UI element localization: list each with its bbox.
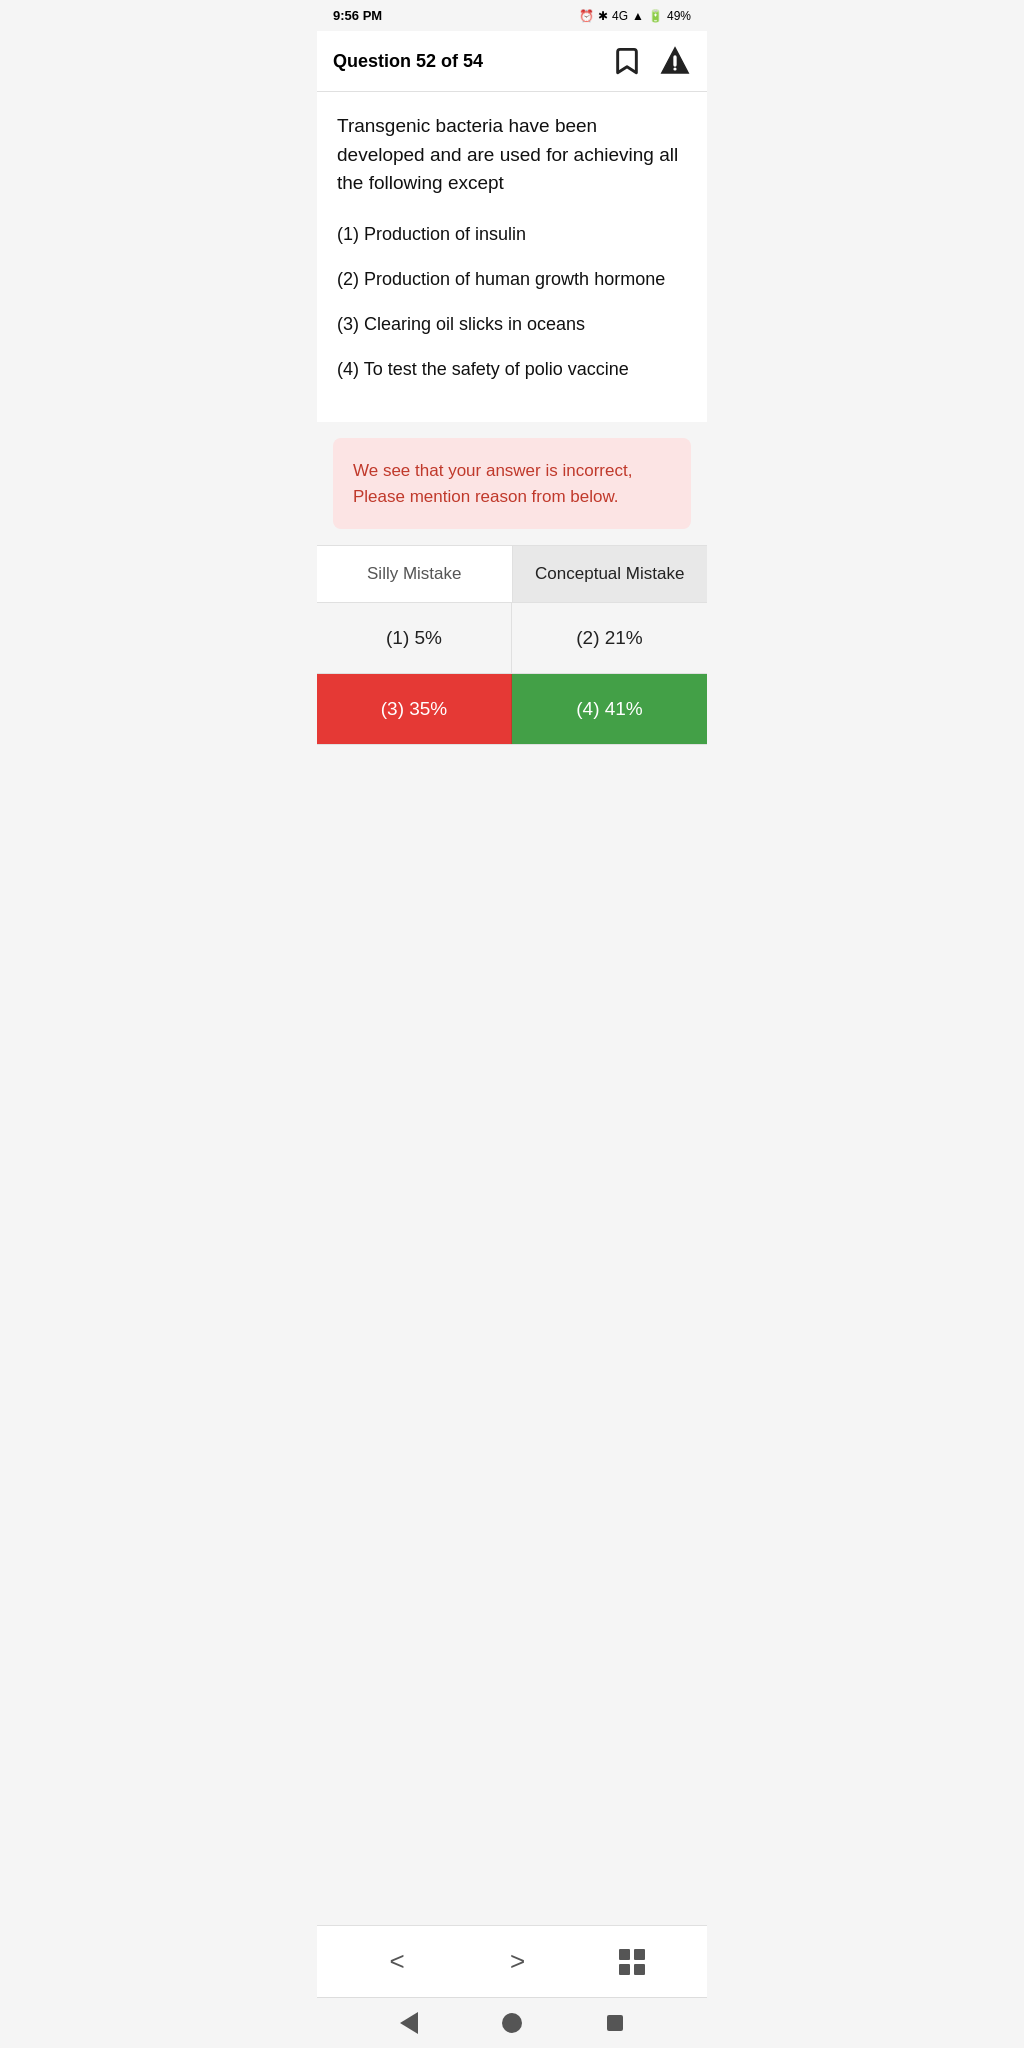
- incorrect-message: We see that your answer is incorrect, Pl…: [353, 458, 671, 509]
- option-4-text: To test the safety of polio vaccine: [364, 359, 629, 379]
- question-text: Transgenic bacteria have been developed …: [337, 112, 687, 198]
- android-home-button[interactable]: [501, 2012, 523, 2034]
- stats-grid: (1) 5% (2) 21% (3) 35% (4) 41%: [317, 603, 707, 745]
- android-recents-button[interactable]: [604, 2012, 626, 2034]
- question-area: Transgenic bacteria have been developed …: [317, 92, 707, 422]
- question-counter: Question 52 of 54: [333, 51, 483, 72]
- option-1-text: Production of insulin: [364, 224, 526, 244]
- report-button[interactable]: [659, 45, 691, 77]
- time: 9:56 PM: [333, 8, 382, 23]
- bluetooth-icon: ✱: [598, 9, 608, 23]
- option-1[interactable]: (1) Production of insulin: [337, 222, 687, 247]
- android-nav: [317, 1997, 707, 2048]
- battery-icon: 🔋: [648, 9, 663, 23]
- stat-1-id: (1): [386, 627, 415, 648]
- option-2-text: Production of human growth hormone: [364, 269, 665, 289]
- prev-button[interactable]: <: [376, 1940, 419, 1983]
- header-actions: [611, 45, 691, 77]
- stat-3-percent: 35%: [409, 698, 447, 719]
- svg-rect-3: [619, 1949, 630, 1960]
- status-icons: ⏰ ✱ 4G ▲ 🔋 49%: [579, 9, 691, 23]
- bottom-nav: < >: [317, 1925, 707, 1997]
- svg-point-2: [673, 67, 676, 70]
- silly-mistake-tab[interactable]: Silly Mistake: [317, 546, 512, 602]
- svg-rect-4: [634, 1949, 645, 1960]
- option-4[interactable]: (4) To test the safety of polio vaccine: [337, 357, 687, 382]
- option-2[interactable]: (2) Production of human growth hormone: [337, 267, 687, 292]
- stat-cell-4: (4) 41%: [512, 674, 707, 744]
- option-3-text: Clearing oil slicks in oceans: [364, 314, 585, 334]
- stat-4-percent: 41%: [605, 698, 643, 719]
- stat-1-percent: 5%: [415, 627, 442, 648]
- option-3[interactable]: (3) Clearing oil slicks in oceans: [337, 312, 687, 337]
- incorrect-feedback-box: We see that your answer is incorrect, Pl…: [333, 438, 691, 529]
- stat-cell-2: (2) 21%: [512, 603, 707, 674]
- option-4-number: (4): [337, 359, 364, 379]
- stat-cell-3: (3) 35%: [317, 674, 512, 744]
- option-1-number: (1): [337, 224, 364, 244]
- next-button[interactable]: >: [496, 1940, 539, 1983]
- question-header: Question 52 of 54: [317, 31, 707, 92]
- stat-2-percent: 21%: [605, 627, 643, 648]
- grid-view-button[interactable]: [616, 1946, 648, 1978]
- svg-rect-5: [619, 1964, 630, 1975]
- signal-icon: ▲: [632, 9, 644, 23]
- stat-cell-1: (1) 5%: [317, 603, 512, 674]
- stat-4-id: (4): [576, 698, 605, 719]
- bookmark-button[interactable]: [611, 45, 643, 77]
- option-2-number: (2): [337, 269, 364, 289]
- battery-percent: 49%: [667, 9, 691, 23]
- data-icon: 4G: [612, 9, 628, 23]
- conceptual-mistake-tab[interactable]: Conceptual Mistake: [513, 546, 708, 602]
- stat-2-id: (2): [576, 627, 605, 648]
- stat-3-id: (3): [381, 698, 410, 719]
- svg-rect-6: [634, 1964, 645, 1975]
- alarm-icon: ⏰: [579, 9, 594, 23]
- mistake-tabs: Silly Mistake Conceptual Mistake: [317, 545, 707, 603]
- status-bar: 9:56 PM ⏰ ✱ 4G ▲ 🔋 49%: [317, 0, 707, 31]
- option-3-number: (3): [337, 314, 364, 334]
- android-back-button[interactable]: [398, 2012, 420, 2034]
